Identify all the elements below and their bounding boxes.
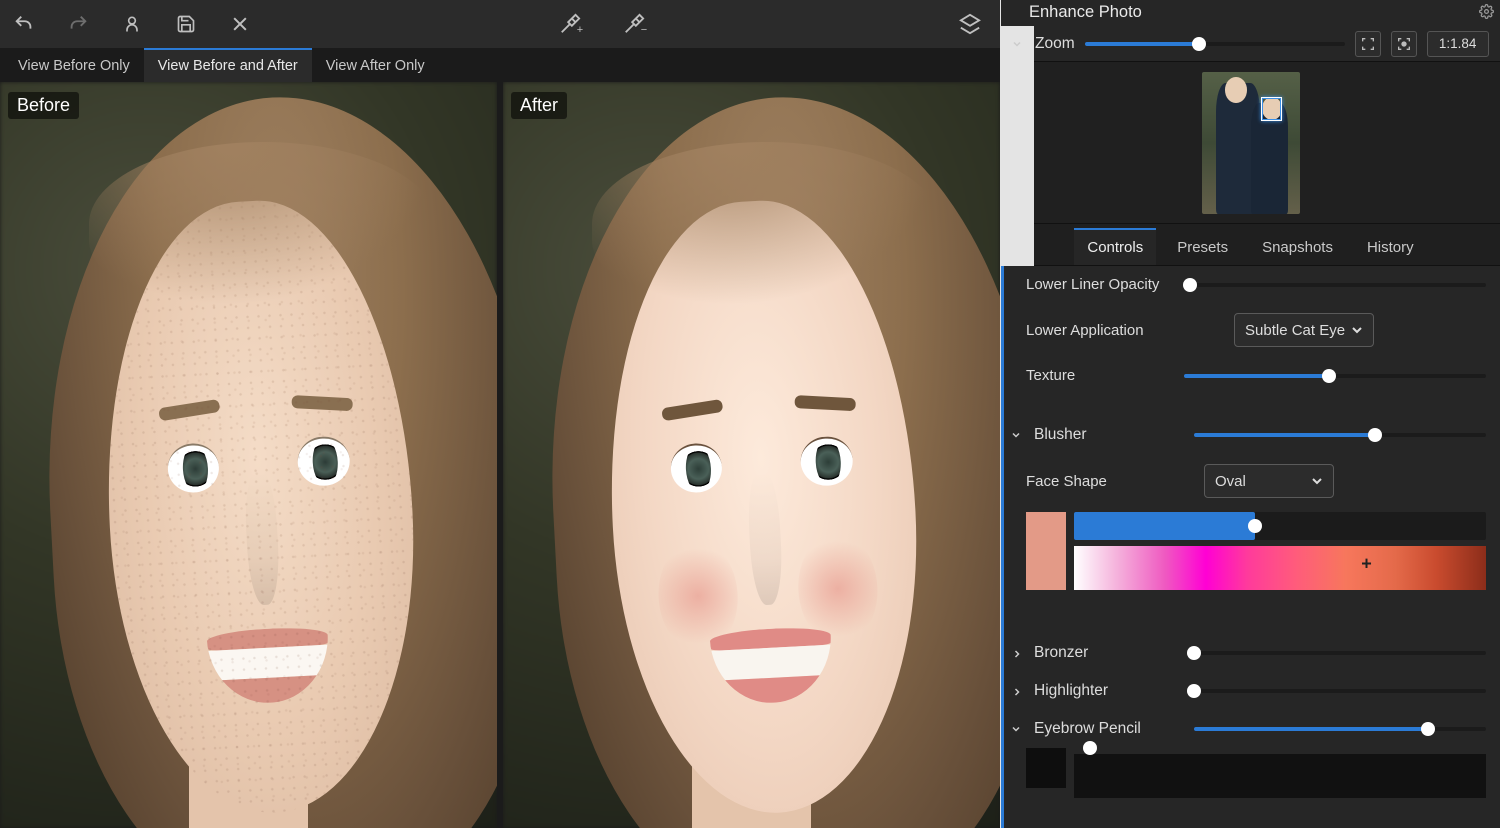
eyebrow-pencil-label: Eyebrow Pencil: [1034, 720, 1184, 738]
brush-minus-icon[interactable]: −: [619, 6, 655, 42]
chevron-down-icon: [1309, 473, 1325, 489]
texture-label: Texture: [1026, 367, 1172, 384]
bronzer-label: Bronzer: [1034, 644, 1184, 662]
lower-liner-opacity-slider[interactable]: [1184, 283, 1486, 287]
top-toolbar: + −: [0, 0, 1000, 48]
bronzer-expander-icon[interactable]: [1011, 646, 1023, 660]
compare-view[interactable]: Before After: [0, 82, 1000, 828]
redo-icon[interactable]: [60, 6, 96, 42]
color-picker-cursor-icon: +: [1361, 553, 1372, 574]
eyebrow-expander-icon[interactable]: [1010, 723, 1024, 735]
main-editor: + − View Before Only View Before and Aft…: [0, 0, 1000, 828]
zoom-label: Zoom: [1035, 35, 1075, 53]
lower-liner-opacity-label: Lower Liner Opacity: [1026, 276, 1172, 293]
blusher-label: Blusher: [1034, 426, 1184, 444]
controls-pane[interactable]: Lower Liner Opacity Lower Application Su…: [1001, 266, 1500, 828]
tab-snapshots[interactable]: Snapshots: [1249, 228, 1346, 265]
highlighter-expander-icon[interactable]: [1011, 684, 1023, 698]
before-panel: Before: [0, 82, 497, 828]
zoom-section: Zoom 1:1.84: [1001, 26, 1500, 62]
eyebrow-color-swatch[interactable]: [1026, 748, 1066, 788]
tab-controls[interactable]: Controls: [1074, 228, 1156, 265]
zoom-expander-icon[interactable]: [1011, 38, 1025, 50]
navigator-thumbnail[interactable]: [1202, 72, 1300, 214]
lower-application-select[interactable]: Subtle Cat Eye: [1234, 313, 1374, 347]
eyebrow-color-strip[interactable]: [1074, 754, 1486, 798]
tab-history[interactable]: History: [1354, 228, 1427, 265]
close-icon[interactable]: [222, 6, 258, 42]
tab-presets[interactable]: Presets: [1164, 228, 1241, 265]
view-mode-tabs: View Before Only View Before and After V…: [0, 48, 1000, 82]
eyebrow-pencil-slider[interactable]: [1194, 727, 1486, 731]
after-label: After: [511, 92, 567, 119]
blusher-expander-icon[interactable]: [1010, 429, 1024, 441]
blusher-hue-slider[interactable]: [1074, 512, 1486, 540]
lock-icon[interactable]: [114, 6, 150, 42]
highlighter-slider[interactable]: [1194, 689, 1486, 693]
blusher-slider[interactable]: [1194, 433, 1486, 437]
blusher-color-strip[interactable]: +: [1074, 546, 1486, 590]
panel-title-text: Enhance Photo: [1029, 3, 1142, 21]
chevron-down-icon: [1349, 322, 1365, 338]
brush-plus-icon[interactable]: +: [555, 6, 591, 42]
panel-title: Enhance Photo: [1001, 0, 1500, 26]
panel-settings-icon[interactable]: [1479, 4, 1494, 19]
bronzer-slider[interactable]: [1194, 651, 1486, 655]
navigator[interactable]: [1001, 62, 1500, 224]
undo-icon[interactable]: [6, 6, 42, 42]
navigator-viewport-box[interactable]: [1261, 97, 1282, 121]
side-tabs: Controls Presets Snapshots History: [1001, 224, 1500, 266]
highlighter-label: Highlighter: [1034, 682, 1184, 700]
layers-icon[interactable]: [952, 6, 988, 42]
texture-slider[interactable]: [1184, 374, 1486, 378]
face-shape-select[interactable]: Oval: [1204, 464, 1334, 498]
zoom-face-icon[interactable]: [1391, 31, 1417, 57]
before-label: Before: [8, 92, 79, 119]
face-shape-label: Face Shape: [1026, 473, 1172, 490]
tab-after-only[interactable]: View After Only: [312, 48, 439, 82]
after-panel: After: [503, 82, 1000, 828]
save-icon[interactable]: [168, 6, 204, 42]
tab-before-and-after[interactable]: View Before and After: [144, 48, 312, 82]
blusher-color-swatch[interactable]: [1026, 512, 1066, 590]
tab-before-only[interactable]: View Before Only: [4, 48, 144, 82]
zoom-ratio[interactable]: 1:1.84: [1427, 31, 1489, 57]
lower-application-label: Lower Application: [1026, 322, 1172, 339]
zoom-slider[interactable]: [1085, 42, 1345, 46]
side-panel: Enhance Photo Zoom 1:1.84 Controls: [1000, 0, 1500, 828]
zoom-fit-icon[interactable]: [1355, 31, 1381, 57]
